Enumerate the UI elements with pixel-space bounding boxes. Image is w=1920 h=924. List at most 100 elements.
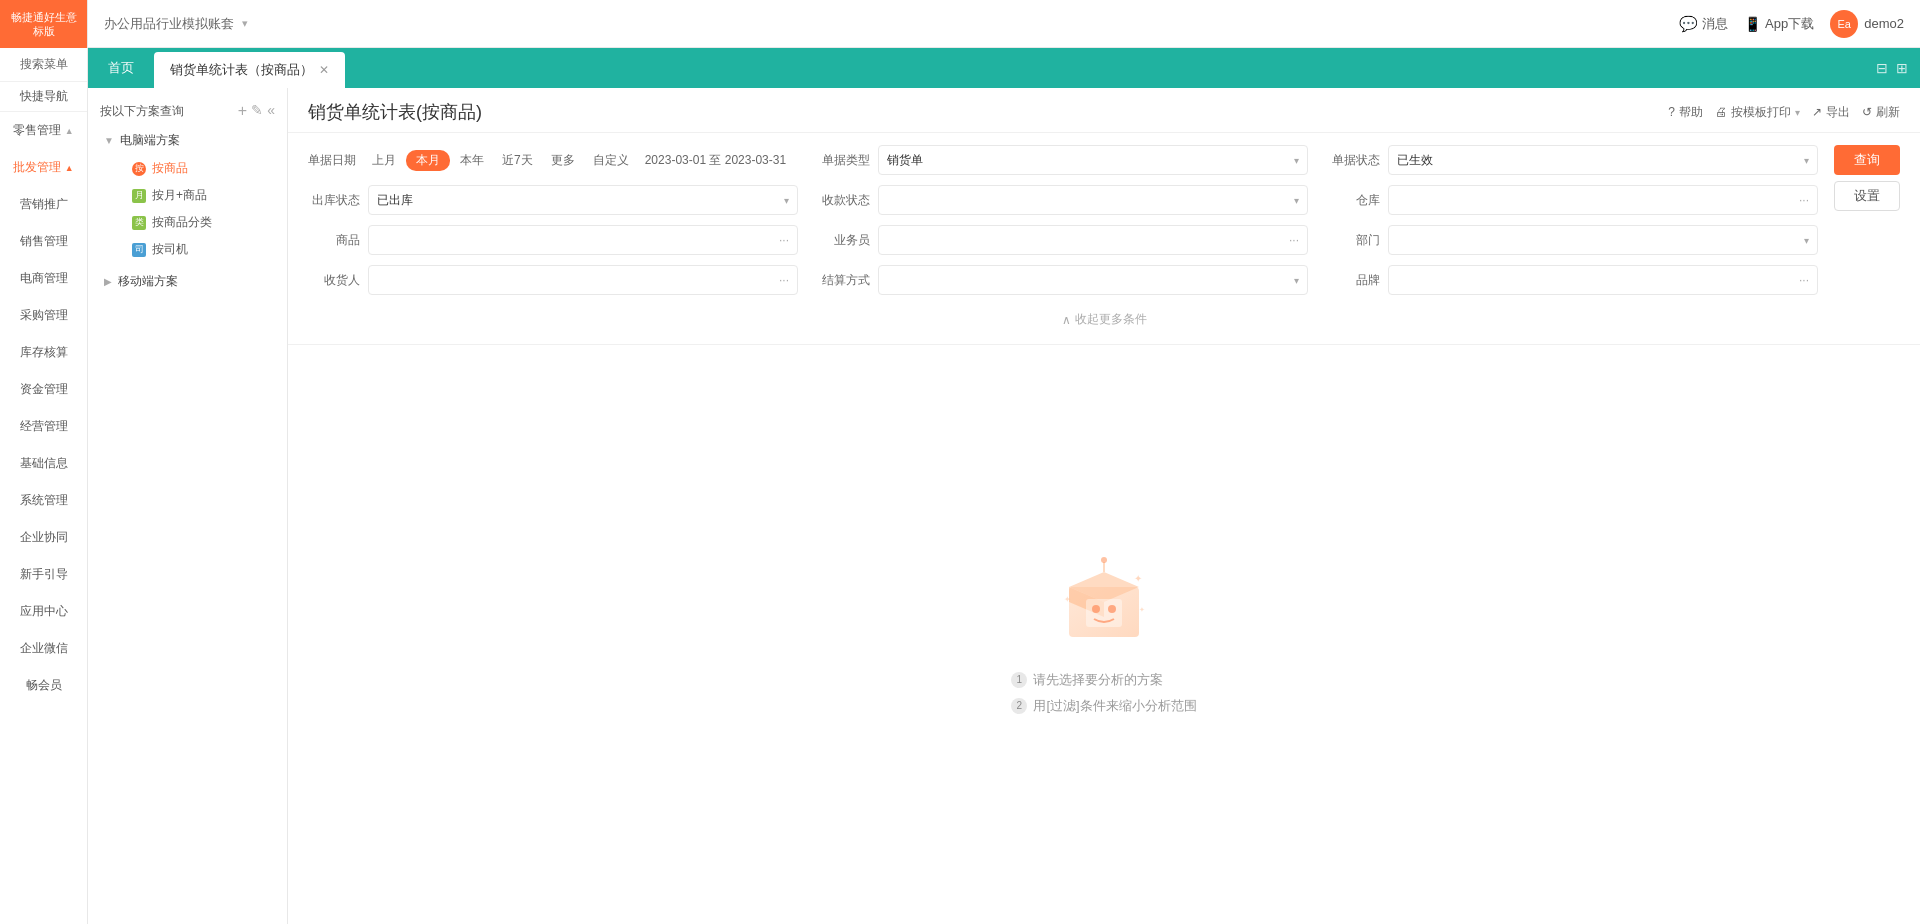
brand-select[interactable]: ··· xyxy=(1388,265,1818,295)
doc-type-select[interactable]: 销货单 ▾ xyxy=(878,145,1308,175)
collection-status-select[interactable]: ▾ xyxy=(878,185,1308,215)
sidebar-item-inventory[interactable]: 库存核算 xyxy=(0,334,87,371)
avatar: Ea xyxy=(1830,10,1858,38)
logo-text: 畅捷通好生意 xyxy=(11,10,77,24)
warehouse-select[interactable]: ··· xyxy=(1388,185,1818,215)
app-download-btn[interactable]: 📱 App下载 xyxy=(1744,15,1814,33)
dept-select[interactable]: ▾ xyxy=(1388,225,1818,255)
date-tab-more[interactable]: 更多 xyxy=(543,150,583,171)
scheme-panel-header: 按以下方案查询 + ✎ « xyxy=(88,96,287,126)
svg-point-7 xyxy=(1101,557,1107,563)
scheme-by-cashier-label: 按司机 xyxy=(152,241,188,258)
tab-bar-right: ⊟ ⊞ xyxy=(1864,48,1920,88)
sidebar-item-marketing[interactable]: 营销推广 xyxy=(0,186,87,223)
out-status-caret: ▾ xyxy=(784,195,789,206)
sidebar-item-member[interactable]: 畅会员 xyxy=(0,667,87,704)
empty-tip-1: 1 请先选择要分析的方案 xyxy=(1011,671,1196,689)
date-tab-this-year[interactable]: 本年 xyxy=(452,150,492,171)
doc-status-select[interactable]: 已生效 ▾ xyxy=(1388,145,1818,175)
sidebar-item-label: 企业微信 xyxy=(20,641,68,655)
sidebar-item-basic[interactable]: 基础信息 xyxy=(0,445,87,482)
sidebar-item-ecommerce[interactable]: 电商管理 xyxy=(0,260,87,297)
scheme-pc-children: 按 按商品 月 按月+商品 类 按商品分类 司 按司机 xyxy=(88,155,287,263)
message-btn[interactable]: 💬 消息 xyxy=(1679,15,1728,33)
sidebar-item-purchase[interactable]: 采购管理 xyxy=(0,297,87,334)
sidebar-item-enterprise[interactable]: 企业协同 xyxy=(0,519,87,556)
empty-tip-2: 2 用[过滤]条件来缩小分析范围 xyxy=(1011,697,1196,715)
payment-method-select[interactable]: ▾ xyxy=(878,265,1308,295)
settings-button[interactable]: 设置 xyxy=(1834,181,1900,211)
collapse-btn[interactable]: ∧ 收起更多条件 xyxy=(1062,311,1147,328)
scheme-by-month-product[interactable]: 月 按月+商品 xyxy=(112,182,287,209)
print-btn[interactable]: 🖨 按模板打印 ▾ xyxy=(1715,104,1800,121)
out-status-select[interactable]: 已出库 ▾ xyxy=(368,185,798,215)
sales-rep-select[interactable]: ··· xyxy=(878,225,1308,255)
date-tab-last-month[interactable]: 上月 xyxy=(364,150,404,171)
tip-text-1: 请先选择要分析的方案 xyxy=(1033,671,1163,689)
message-icon: 💬 xyxy=(1679,15,1698,33)
search-menu[interactable]: 搜索菜单 xyxy=(0,48,87,82)
warehouse-label: 仓库 xyxy=(1328,192,1388,209)
sidebar-item-label: 采购管理 xyxy=(20,308,68,322)
sidebar-item-apps[interactable]: 应用中心 xyxy=(0,593,87,630)
sidebar-item-system[interactable]: 系统管理 xyxy=(0,482,87,519)
export-btn[interactable]: ↗ 导出 xyxy=(1812,104,1850,121)
sidebar-item-sales[interactable]: 销售管理 xyxy=(0,223,87,260)
tab-minimize-icon[interactable]: ⊟ xyxy=(1876,60,1888,76)
scheme-by-cashier[interactable]: 司 按司机 xyxy=(112,236,287,263)
scheme-by-product-icon: 按 xyxy=(132,162,146,176)
sidebar-item-label: 企业协同 xyxy=(20,530,68,544)
quick-nav[interactable]: 快捷导航 xyxy=(0,82,87,112)
sidebar-item-retail[interactable]: 零售管理 ▲ xyxy=(0,112,87,149)
app-logo: 畅捷通好生意 标版 xyxy=(0,0,87,48)
product-dots[interactable]: ··· xyxy=(779,233,789,247)
sales-rep-label: 业务员 xyxy=(818,232,878,249)
product-select[interactable]: ··· xyxy=(368,225,798,255)
filter-actions: 查询 设置 xyxy=(1818,145,1900,211)
tab-close-icon[interactable]: ✕ xyxy=(319,63,329,77)
edit-scheme-icon[interactable]: ✎ xyxy=(251,102,263,120)
add-scheme-icon[interactable]: + xyxy=(238,102,247,120)
scheme-by-category[interactable]: 类 按商品分类 xyxy=(112,209,287,236)
collection-status-label: 收款状态 xyxy=(818,192,878,209)
sales-rep-dots[interactable]: ··· xyxy=(1289,233,1299,247)
sidebar-item-operations[interactable]: 经营管理 xyxy=(0,408,87,445)
help-btn[interactable]: ? 帮助 xyxy=(1668,104,1703,121)
tab-expand-icon[interactable]: ⊞ xyxy=(1896,60,1908,76)
sidebar-item-wechat[interactable]: 企业微信 xyxy=(0,630,87,667)
sidebar-item-label: 营销推广 xyxy=(20,197,68,211)
tab-sales-stat-label: 销货单统计表（按商品） xyxy=(170,61,313,79)
app-download-icon: 📱 xyxy=(1744,16,1761,32)
sidebar-item-guide[interactable]: 新手引导 xyxy=(0,556,87,593)
tab-home[interactable]: 首页 xyxy=(88,48,154,88)
payment-method-field: 结算方式 ▾ xyxy=(818,265,1308,295)
tab-bar: 首页 销货单统计表（按商品） ✕ ⊟ ⊞ xyxy=(88,48,1920,88)
tip-num-2: 2 xyxy=(1011,698,1027,714)
collection-status-field: 收款状态 ▾ xyxy=(818,185,1308,215)
date-tab-this-month[interactable]: 本月 xyxy=(406,150,450,171)
refresh-btn[interactable]: ↺ 刷新 xyxy=(1862,104,1900,121)
breadcrumb-arrow: ▾ xyxy=(242,17,248,30)
scheme-pc[interactable]: ▼ 电脑端方案 xyxy=(88,126,287,155)
receiver-select[interactable]: ··· xyxy=(368,265,798,295)
tip-num-1: 1 xyxy=(1011,672,1027,688)
collapse-scheme-icon[interactable]: « xyxy=(267,102,275,120)
doc-type-label: 单据类型 xyxy=(818,152,878,169)
receiver-dots[interactable]: ··· xyxy=(779,273,789,287)
doc-status-label: 单据状态 xyxy=(1328,152,1388,169)
sidebar-item-finance[interactable]: 资金管理 xyxy=(0,371,87,408)
tab-sales-stat[interactable]: 销货单统计表（按商品） ✕ xyxy=(154,52,345,88)
sidebar-item-label: 畅会员 xyxy=(26,678,62,692)
date-tab-last7[interactable]: 近7天 xyxy=(494,150,541,171)
scheme-pc-arrow: ▼ xyxy=(104,135,114,146)
sidebar-item-wholesale[interactable]: 批发管理 ▲ xyxy=(0,149,87,186)
date-tab-custom[interactable]: 自定义 xyxy=(585,150,637,171)
scheme-mobile[interactable]: ▶ 移动端方案 xyxy=(88,267,287,296)
print-label: 按模板打印 xyxy=(1731,104,1791,121)
brand-field: 品牌 ··· xyxy=(1328,265,1818,295)
brand-dots[interactable]: ··· xyxy=(1799,273,1809,287)
scheme-by-product[interactable]: 按 按商品 xyxy=(112,155,287,182)
warehouse-dots[interactable]: ··· xyxy=(1799,193,1809,207)
query-button[interactable]: 查询 xyxy=(1834,145,1900,175)
user-profile[interactable]: Ea demo2 xyxy=(1830,10,1904,38)
